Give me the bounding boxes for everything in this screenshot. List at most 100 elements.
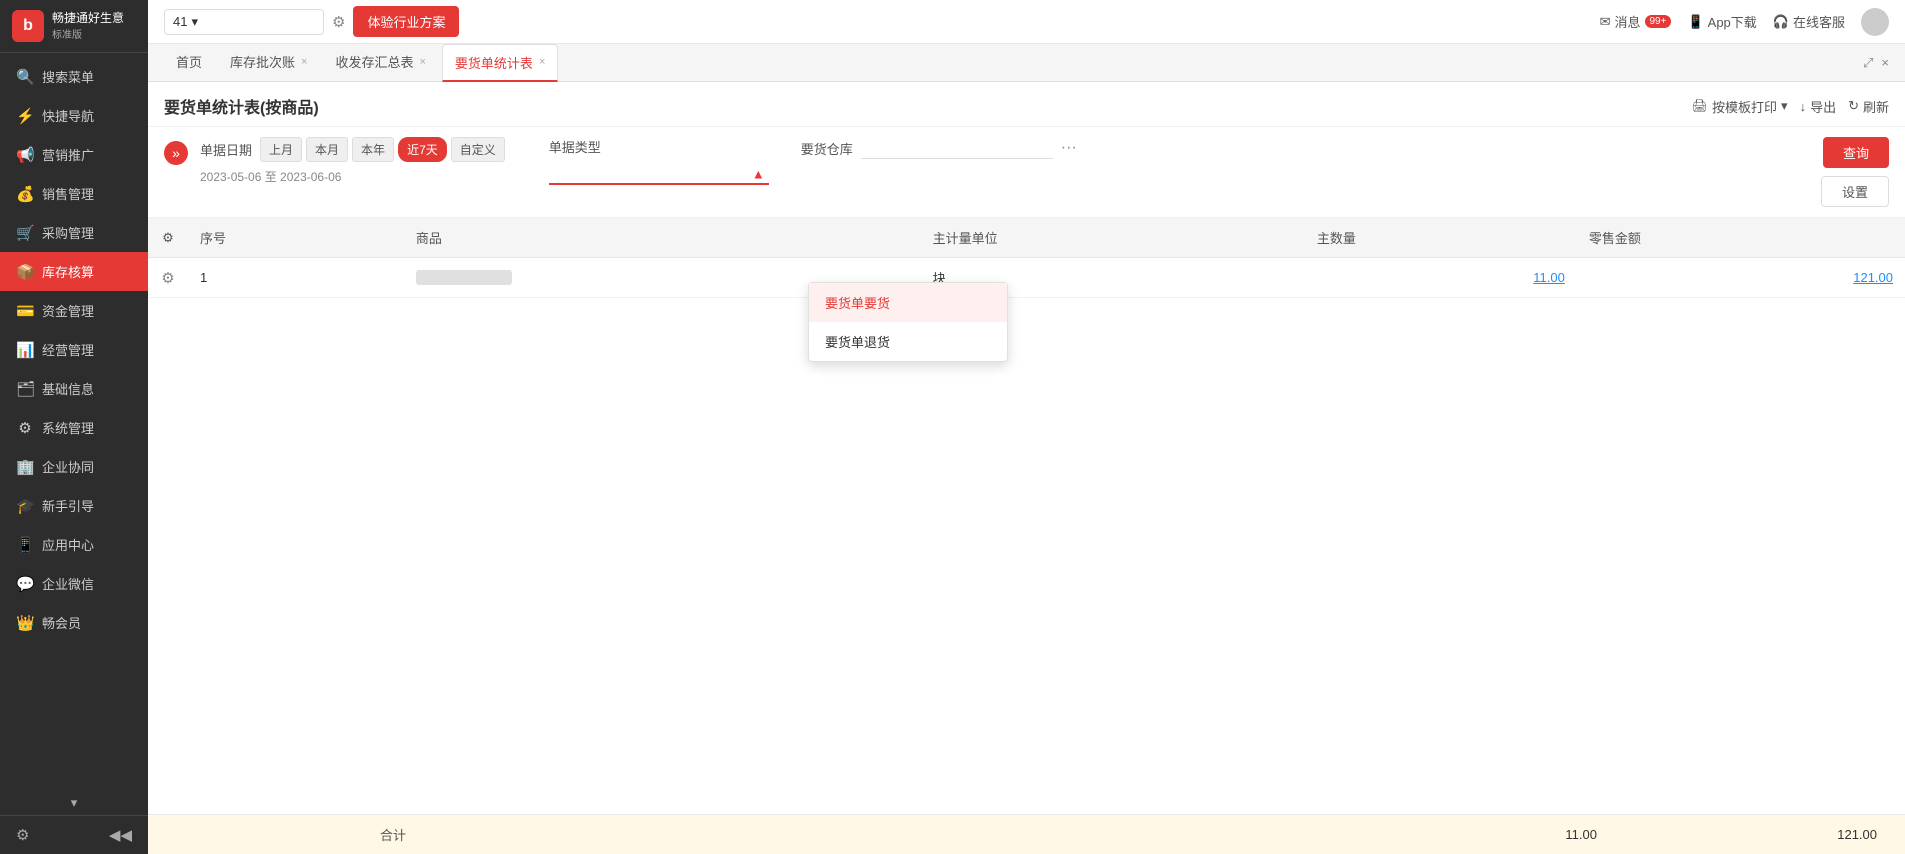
type-select-input[interactable] [549, 162, 769, 185]
topbar: 41 ▾ ⚙ 体验行业方案 ✉ 消息 99+ 📱 App下载 🎧 在线客服 [148, 0, 1905, 44]
topbar-settings-icon[interactable]: ⚙ [332, 13, 345, 31]
message-icon: ✉ [1600, 14, 1611, 30]
sidebar-logo: b 畅捷通好生意 标准版 [0, 0, 148, 53]
filter-toggle-button[interactable]: » [164, 141, 188, 165]
col-settings: ⚙ [148, 218, 188, 258]
tab-home[interactable]: 首页 [164, 44, 214, 81]
sidebar-collapse-icon[interactable]: ◀◀ [109, 826, 132, 844]
company-selector[interactable]: 41 ▾ [164, 9, 324, 35]
sidebar-nav: 🔍搜索菜单⚡快捷导航📢营销推广💰销售管理🛒采购管理📦库存核算💳资金管理📊经营管理… [0, 53, 148, 791]
sidebar-item-inventory[interactable]: 📦库存核算 [0, 252, 148, 291]
sidebar-item-finance[interactable]: 💳资金管理 [0, 291, 148, 330]
gear-icon[interactable]: ⚙ [162, 230, 174, 245]
online-service-label: 在线客服 [1793, 12, 1845, 31]
settings-button[interactable]: 设置 [1821, 176, 1889, 207]
refresh-icon: ↻ [1848, 98, 1859, 114]
type-select-caret[interactable]: ▲ [752, 166, 765, 181]
page-header: 要货单统计表(按商品) 🖨 按模板打印 ▾ ↓ 导出 ↻ 刷新 [148, 82, 1905, 127]
search-icon: 🔍 [16, 68, 34, 86]
tab-expand-icon[interactable]: ⤢ [1863, 55, 1873, 71]
trial-button[interactable]: 体验行业方案 [353, 6, 459, 37]
table-row: ⚙ 1 ██████ ████ 块 11.00 121.00 [148, 258, 1905, 298]
row-gear-0[interactable]: ⚙ [148, 258, 188, 298]
refresh-button[interactable]: ↻ 刷新 [1848, 97, 1889, 116]
sidebar-item-search[interactable]: 🔍搜索菜单 [0, 57, 148, 96]
sidebar-item-guide[interactable]: 🎓新手引导 [0, 486, 148, 525]
system-icon: ⚙ [16, 419, 34, 437]
page-content: 要货单统计表(按商品) 🖨 按模板打印 ▾ ↓ 导出 ↻ 刷新 » [148, 82, 1905, 854]
tab-close-requisition-summary[interactable]: × [539, 56, 545, 68]
date-btn-3[interactable]: 近7天 [398, 137, 447, 162]
tab-inventory-batch[interactable]: 库存批次账× [218, 44, 319, 81]
dropdown-item-requisition-return[interactable]: 要货单退货 [809, 322, 1007, 361]
table-container: ⚙ 序号 商品 主计量单位 主数量 零售金额 ⚙ 1 ██████ ████ 块… [148, 218, 1905, 298]
tab-label-requisition-summary: 要货单统计表 [455, 53, 533, 72]
tab-requisition-summary[interactable]: 要货单统计表 × [442, 44, 558, 82]
footer-quantity: 11.00 [1497, 827, 1597, 842]
sales-icon: 💰 [16, 185, 34, 203]
type-dropdown: 要货单要货要货单退货 [808, 282, 1008, 362]
warehouse-more-icon[interactable]: ··· [1061, 139, 1077, 157]
sidebar-item-app-center[interactable]: 📱应用中心 [0, 525, 148, 564]
sidebar-item-marketing[interactable]: 📢营销推广 [0, 135, 148, 174]
tab-close-all-icon[interactable]: × [1881, 55, 1889, 71]
data-table: ⚙ 序号 商品 主计量单位 主数量 零售金额 ⚙ 1 ██████ ████ 块… [148, 218, 1905, 298]
sidebar-item-operations[interactable]: 📊经营管理 [0, 330, 148, 369]
print-button[interactable]: 🖨 按模板打印 ▾ [1692, 97, 1788, 116]
footer-amount: 121.00 [1777, 827, 1877, 842]
filter-bar: » 单据日期 上月本月本年近7天自定义 2023-05-06 至 2023-06… [148, 127, 1905, 218]
app-download-button[interactable]: 📱 App下载 [1687, 12, 1756, 31]
logo-icon: b [12, 10, 44, 42]
sidebar-item-purchase[interactable]: 🛒采购管理 [0, 213, 148, 252]
sidebar-item-wechat[interactable]: 💬企业微信 [0, 564, 148, 603]
sidebar-footer: ⚙ ◀◀ [0, 815, 148, 854]
sidebar-scroll-down[interactable]: ▾ [0, 791, 148, 815]
date-btn-0[interactable]: 上月 [260, 137, 302, 162]
main-content: 41 ▾ ⚙ 体验行业方案 ✉ 消息 99+ 📱 App下载 🎧 在线客服 首页… [148, 0, 1905, 854]
sidebar-item-sales[interactable]: 💰销售管理 [0, 174, 148, 213]
user-avatar[interactable] [1861, 8, 1889, 36]
export-button[interactable]: ↓ 导出 [1800, 97, 1837, 116]
sidebar-item-enterprise[interactable]: 🏢企业协同 [0, 447, 148, 486]
sidebar: b 畅捷通好生意 标准版 🔍搜索菜单⚡快捷导航📢营销推广💰销售管理🛒采购管理📦库… [0, 0, 148, 854]
date-btn-2[interactable]: 本年 [352, 137, 394, 162]
date-btn-4[interactable]: 自定义 [451, 137, 505, 162]
sidebar-item-member[interactable]: 👑畅会员 [0, 603, 148, 642]
col-index: 序号 [188, 218, 404, 258]
online-service-button[interactable]: 🎧 在线客服 [1773, 12, 1845, 31]
row-quantity-0: 11.00 [1305, 258, 1577, 298]
dropdown-item-requisition-order[interactable]: 要货单要货 [809, 283, 1007, 322]
date-btn-1[interactable]: 本月 [306, 137, 348, 162]
messages-label: 消息 [1614, 12, 1640, 31]
tab-close-inventory-batch[interactable]: × [301, 56, 307, 68]
date-filter-label: 单据日期 [200, 140, 252, 159]
table-header-row: ⚙ 序号 商品 主计量单位 主数量 零售金额 [148, 218, 1905, 258]
tab-receive-summary[interactable]: 收发存汇总表× [323, 44, 437, 81]
app-version: 标准版 [52, 26, 124, 41]
tab-close-receive-summary[interactable]: × [419, 56, 425, 68]
sidebar-item-shortcut[interactable]: ⚡快捷导航 [0, 96, 148, 135]
warehouse-input[interactable] [861, 137, 1053, 159]
tab-label-home: 首页 [176, 52, 202, 71]
headset-icon: 🎧 [1773, 14, 1789, 30]
export-icon: ↓ [1800, 99, 1807, 114]
date-buttons: 上月本月本年近7天自定义 [260, 137, 505, 162]
footer-label: 合计 [380, 825, 1317, 844]
company-value: 41 [173, 14, 187, 29]
page-title: 要货单统计表(按商品) [164, 94, 319, 118]
sidebar-settings-icon[interactable]: ⚙ [16, 826, 29, 844]
wechat-icon: 💬 [16, 575, 34, 593]
col-goods: 商品 [404, 218, 921, 258]
sidebar-item-system[interactable]: ⚙系统管理 [0, 408, 148, 447]
sidebar-item-basic[interactable]: 🗂基础信息 [0, 369, 148, 408]
type-select-wrapper: ▲ [549, 162, 769, 185]
app-download-icon: 📱 [1687, 14, 1703, 30]
messages-button[interactable]: ✉ 消息 99+ [1600, 12, 1672, 31]
query-button[interactable]: 查询 [1823, 137, 1889, 168]
enterprise-icon: 🏢 [16, 458, 34, 476]
member-icon: 👑 [16, 614, 34, 632]
messages-badge: 99+ [1645, 15, 1672, 28]
operations-icon: 📊 [16, 341, 34, 359]
table-footer: 合计 11.00 121.00 [148, 814, 1905, 854]
inventory-icon: 📦 [16, 263, 34, 281]
